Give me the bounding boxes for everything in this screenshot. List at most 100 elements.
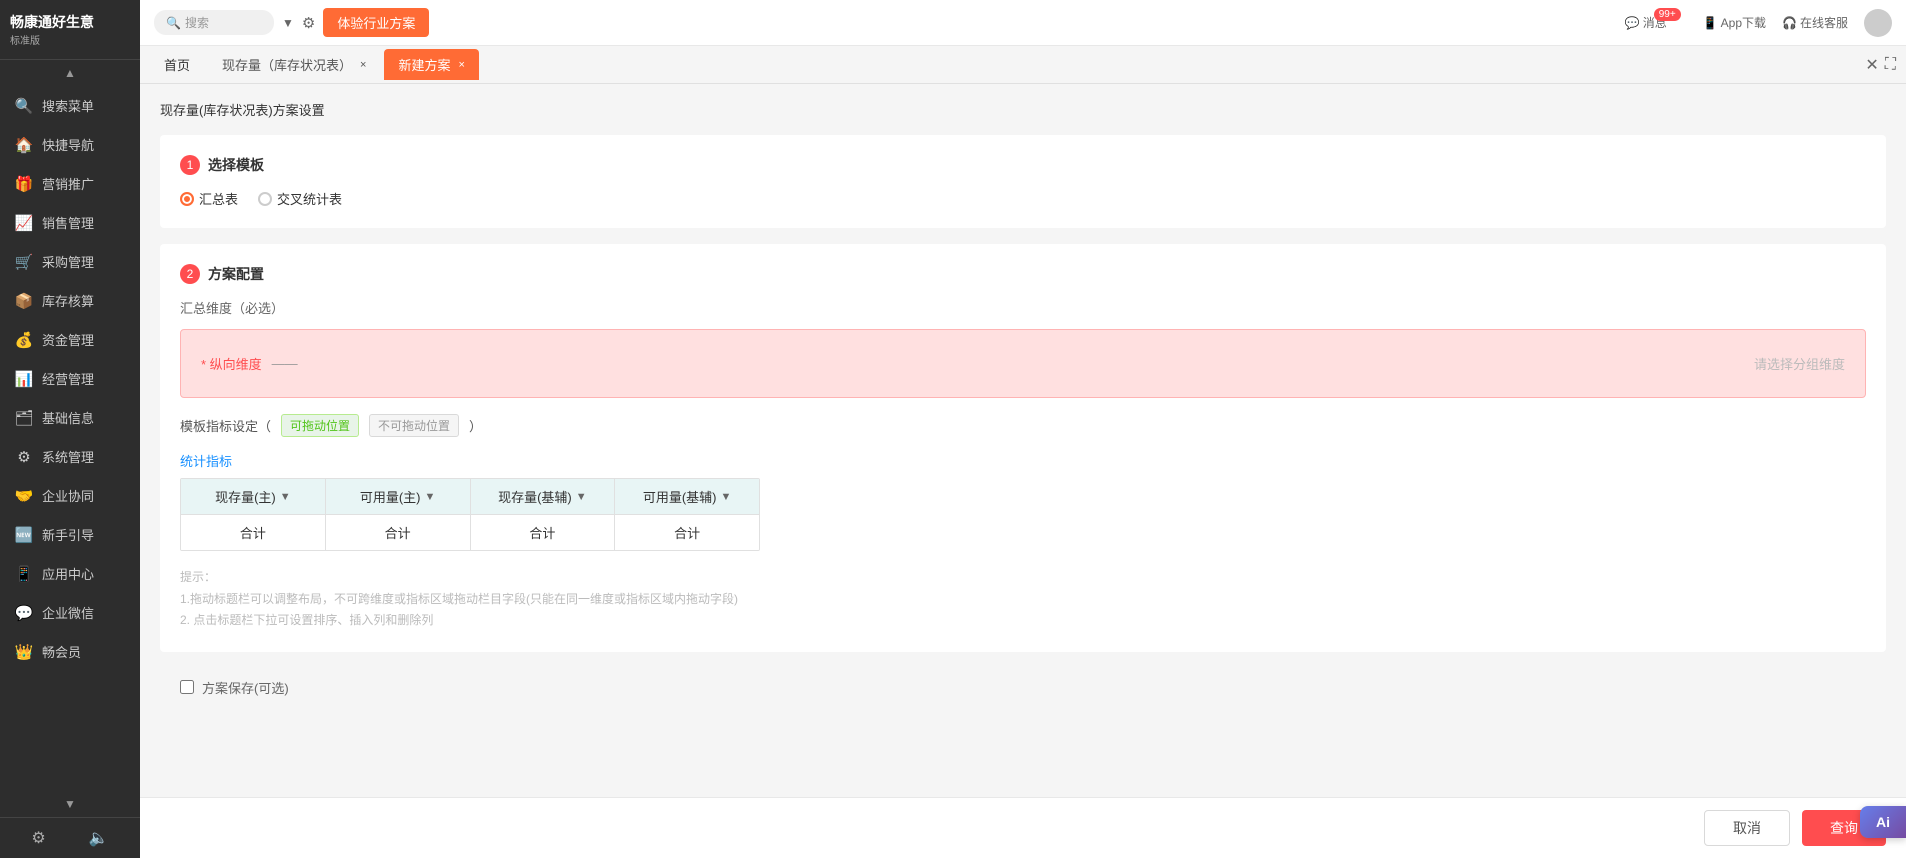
- indicator-setting-label: 模板指标设定（: [180, 416, 271, 435]
- home-icon: 🏠: [14, 136, 34, 154]
- save-checkbox[interactable]: [180, 680, 194, 694]
- tab-inventory-status[interactable]: 现存量（库存状况表） ×: [208, 49, 380, 80]
- stats-cell-2: 合计: [326, 515, 471, 550]
- sidebar-item-guide[interactable]: 🆕 新手引导: [0, 515, 140, 554]
- online-service-link[interactable]: 🎧 在线客服: [1782, 14, 1848, 31]
- scroll-down[interactable]: ▼: [0, 791, 140, 817]
- sidebar-item-finance[interactable]: 💰 资金管理: [0, 320, 140, 359]
- stats-cell-4: 合计: [615, 515, 759, 550]
- app-logo: 畅康通好生意 标准版: [0, 0, 140, 60]
- phone-download-icon: 📱: [1703, 16, 1718, 30]
- speaker-icon[interactable]: 🔈: [89, 828, 109, 848]
- trial-button[interactable]: 体验行业方案: [323, 8, 429, 37]
- sidebar-item-label: 采购管理: [42, 252, 94, 271]
- stats-table: 现存量(主) ▼ 可用量(主) ▼ 现存量(基辅) ▼ 可用量(基辅) ▼: [180, 478, 760, 551]
- save-label: 方案保存(可选): [202, 678, 289, 697]
- page-title: 现存量(库存状况表)方案设置: [160, 100, 1886, 119]
- radio-crosstab[interactable]: 交叉统计表: [258, 189, 342, 208]
- money-icon: 💰: [14, 331, 34, 349]
- sidebar-item-sales[interactable]: 📈 销售管理: [0, 203, 140, 242]
- tab-home[interactable]: 首页: [150, 49, 204, 80]
- sidebar-item-label: 应用中心: [42, 564, 94, 583]
- user-avatar[interactable]: [1864, 9, 1892, 37]
- scroll-up-icon[interactable]: ▲: [64, 66, 76, 80]
- headset-icon: 🎧: [1782, 16, 1797, 30]
- stats-cell-3: 合计: [471, 515, 616, 550]
- dropdown-icon[interactable]: ▼: [282, 16, 294, 30]
- chevron-down-icon-4[interactable]: ▼: [721, 491, 732, 503]
- gear-icon: ⚙: [14, 448, 34, 466]
- dimension-row[interactable]: * 纵向维度 —— 请选择分组维度: [180, 329, 1866, 398]
- app-title: 畅康通好生意: [10, 12, 130, 32]
- gift-icon: 🎁: [14, 175, 34, 193]
- ai-button[interactable]: Ai: [1860, 806, 1906, 838]
- sidebar-item-system[interactable]: ⚙ 系统管理: [0, 437, 140, 476]
- draggable-tag: 可拖动位置: [281, 414, 359, 437]
- cart-icon: 🛒: [14, 253, 34, 271]
- sidebar-item-label: 基础信息: [42, 408, 94, 427]
- tab-expand-button[interactable]: ⛶: [1885, 55, 1896, 75]
- sidebar-item-purchase[interactable]: 🛒 采购管理: [0, 242, 140, 281]
- chevron-down-icon-2[interactable]: ▼: [425, 491, 436, 503]
- radio-summary[interactable]: 汇总表: [180, 189, 238, 208]
- chart-icon: 📈: [14, 214, 34, 232]
- bell-icon: 💬: [1625, 16, 1640, 30]
- bar-icon: 📊: [14, 370, 34, 388]
- field-label: * 纵向维度: [201, 354, 262, 373]
- tip-item-2: 2. 点击标题栏下拉可设置排序、插入列和删除列: [180, 610, 1866, 632]
- stats-section-label: 统计指标: [180, 451, 1866, 470]
- online-service-label: 在线客服: [1800, 14, 1848, 31]
- stats-col-3-label: 现存量(基辅): [498, 487, 572, 506]
- sidebar-item-basic[interactable]: 🗂 基础信息: [0, 398, 140, 437]
- chevron-down-icon-3[interactable]: ▼: [576, 491, 587, 503]
- sidebar-item-cooperation[interactable]: 🤝 企业协同: [0, 476, 140, 515]
- settings-footer-icon[interactable]: ⚙: [31, 828, 45, 848]
- stats-col-3[interactable]: 现存量(基辅) ▼: [471, 479, 616, 514]
- app-download-link[interactable]: 📱 App下载: [1703, 14, 1766, 31]
- stats-col-1[interactable]: 现存量(主) ▼: [181, 479, 326, 514]
- topbar: 🔍 搜索 ▼ ⚙ 体验行业方案 💬 消息 99+ 📱 App下载 🎧 在线客服: [140, 0, 1906, 46]
- content-area: 现存量(库存状况表)方案设置 1 选择模板 汇总表 交叉统计表 2: [140, 84, 1906, 797]
- app-download-label: App下载: [1721, 14, 1766, 31]
- scroll-up[interactable]: ▲: [0, 60, 140, 86]
- sidebar-item-inventory[interactable]: 📦 库存核算: [0, 281, 140, 320]
- notification-bell[interactable]: 💬 消息 99+: [1625, 14, 1667, 31]
- tab-inventory-close-icon[interactable]: ×: [360, 59, 366, 71]
- app-subtitle: 标准版: [10, 32, 130, 47]
- summary-dimension-label: 汇总维度（必选）: [180, 298, 1866, 317]
- sidebar-item-operations[interactable]: 📊 经营管理: [0, 359, 140, 398]
- sidebar-item-wechat[interactable]: 💬 企业微信: [0, 593, 140, 632]
- tab-new-plan-close-icon[interactable]: ×: [458, 59, 464, 71]
- sidebar-item-marketing[interactable]: 🎁 营销推广: [0, 164, 140, 203]
- sidebar-item-search[interactable]: 🔍 搜索菜单: [0, 86, 140, 125]
- tip-item-1: 1.拖动标题栏可以调整布局，不可跨维度或指标区域拖动栏目字段(只能在同一维度或指…: [180, 589, 1866, 611]
- stats-col-4[interactable]: 可用量(基辅) ▼: [615, 479, 759, 514]
- topbar-gear-icon[interactable]: ⚙: [302, 14, 315, 32]
- cancel-button[interactable]: 取消: [1704, 810, 1790, 846]
- search-box[interactable]: 🔍 搜索: [154, 10, 274, 35]
- tab-new-plan[interactable]: 新建方案 ×: [384, 49, 478, 80]
- tab-close-button[interactable]: ✕: [1865, 55, 1878, 75]
- radio-summary-label: 汇总表: [199, 189, 238, 208]
- step2-title: 方案配置: [208, 264, 264, 284]
- phone-icon: 📱: [14, 565, 34, 583]
- sidebar-item-label: 系统管理: [42, 447, 94, 466]
- topbar-left: 🔍 搜索 ▼ ⚙ 体验行业方案: [154, 8, 1615, 37]
- sidebar-item-label: 搜索菜单: [42, 96, 94, 115]
- stats-col-2[interactable]: 可用量(主) ▼: [326, 479, 471, 514]
- radio-summary-dot: [180, 192, 194, 206]
- radio-crosstab-label: 交叉统计表: [277, 189, 342, 208]
- sidebar-item-label: 快捷导航: [42, 135, 94, 154]
- search-icon: 🔍: [14, 97, 34, 115]
- sidebar-item-appstore[interactable]: 📱 应用中心: [0, 554, 140, 593]
- tab-new-plan-label: 新建方案: [398, 55, 450, 74]
- sidebar-item-label: 库存核算: [42, 291, 94, 310]
- sidebar-item-member[interactable]: 👑 畅会员: [0, 632, 140, 671]
- tips-title: 提示：: [180, 570, 216, 584]
- new-icon: 🆕: [14, 526, 34, 544]
- scroll-down-icon[interactable]: ▼: [64, 797, 76, 811]
- sidebar-item-nav[interactable]: 🏠 快捷导航: [0, 125, 140, 164]
- chevron-down-icon-1[interactable]: ▼: [280, 491, 291, 503]
- step2-badge: 2: [180, 264, 200, 284]
- stats-table-header: 现存量(主) ▼ 可用量(主) ▼ 现存量(基辅) ▼ 可用量(基辅) ▼: [181, 479, 759, 515]
